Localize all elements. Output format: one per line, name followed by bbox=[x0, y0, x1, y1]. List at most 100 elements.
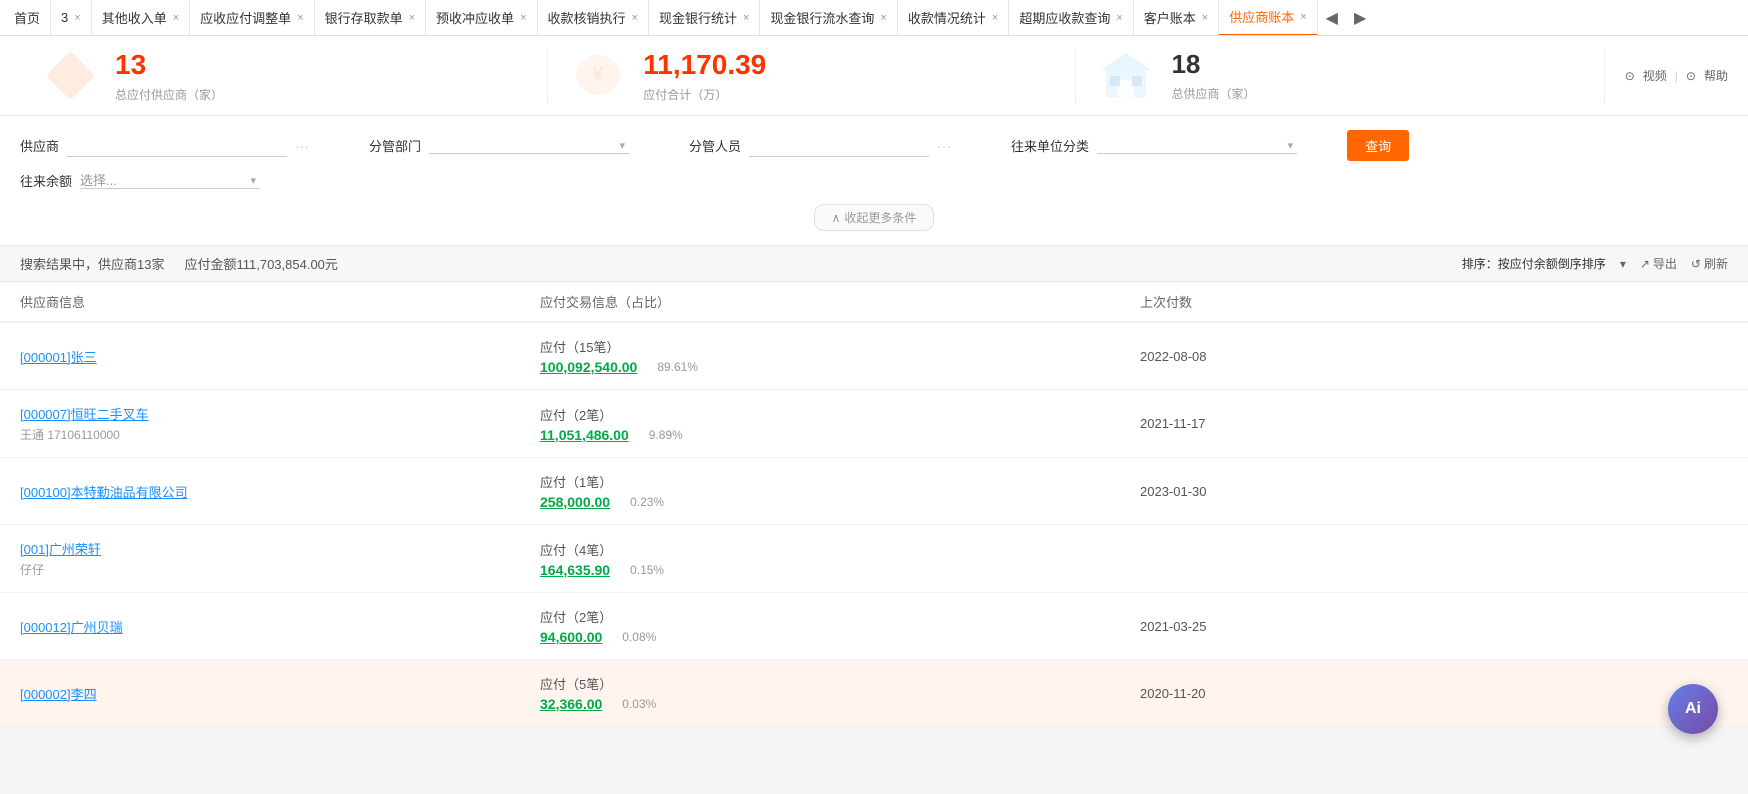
help-icon: ⊙ bbox=[1686, 69, 1696, 83]
close-tab-3[interactable]: × bbox=[74, 12, 80, 24]
nav-tab-home[interactable]: 首页 bbox=[4, 0, 51, 36]
help-link[interactable]: 帮助 bbox=[1704, 67, 1728, 84]
payable-amount-5[interactable]: 94,600.00 bbox=[540, 629, 602, 645]
supplier-cell-4: [001]广州荣轩 仔仔 bbox=[20, 539, 540, 578]
nav-tab-cash-bank-flow[interactable]: 现金银行流水查询 × bbox=[760, 0, 897, 36]
supplier-link-4[interactable]: [001]广州荣轩 bbox=[20, 542, 101, 557]
search-button[interactable]: 查询 bbox=[1347, 130, 1409, 161]
filter-row-1: 供应商 ··· 分管部门 ▾ 分管人员 ··· 往来单位分类 bbox=[20, 130, 1728, 161]
shop-icon bbox=[1096, 48, 1156, 103]
category-select[interactable] bbox=[1097, 138, 1297, 154]
refresh-icon: ↺ bbox=[1691, 257, 1701, 271]
balance-select-wrapper: 选择... ▾ bbox=[80, 173, 260, 189]
payable-amount-3[interactable]: 258,000.00 bbox=[540, 494, 610, 510]
collapse-filter-button[interactable]: ∧ 收起更多条件 bbox=[814, 204, 934, 231]
filter-person: 分管人员 ··· bbox=[689, 135, 951, 157]
nav-tab-supplier-account[interactable]: 供应商账本 × bbox=[1219, 0, 1317, 36]
dept-select[interactable] bbox=[429, 138, 629, 154]
nav-tab-3[interactable]: 3 × bbox=[51, 0, 92, 36]
supplier-label: 供应商 bbox=[20, 136, 59, 155]
supplier-cell-2: [000007]恒旺二手叉车 王通 17106110000 bbox=[20, 404, 540, 443]
payable-label-6: 应付（5笔） bbox=[540, 674, 612, 693]
table-row: [000002]李四 应付（5笔） 32,366.00 0.03% 2020-1… bbox=[0, 660, 1748, 727]
payable-pct-5: 0.08% bbox=[622, 630, 656, 644]
supplier-link-1[interactable]: [000001]张三 bbox=[20, 350, 97, 365]
refresh-button[interactable]: ↺ 刷新 bbox=[1691, 255, 1728, 272]
payable-amount-6[interactable]: 32,366.00 bbox=[540, 696, 602, 712]
svg-text:¥: ¥ bbox=[592, 64, 604, 84]
person-ellipsis-icon[interactable]: ··· bbox=[937, 138, 951, 154]
nav-tab-collection-verify[interactable]: 收款核销执行 × bbox=[538, 0, 649, 36]
collapse-up-icon: ∧ bbox=[832, 211, 841, 225]
results-summary: 搜索结果中，供应商13家 应付金额111,703,854.00元 bbox=[20, 254, 338, 273]
table-header: 供应商信息 应付交易信息（占比） 上次付数 bbox=[0, 282, 1748, 323]
close-tab-bank-deposit[interactable]: × bbox=[409, 12, 415, 24]
nav-tab-collection-stat[interactable]: 收款情况统计 × bbox=[898, 0, 1009, 36]
results-actions: 排序：按应付余额倒序排序 ▾ ↗ 导出 ↺ 刷新 bbox=[1462, 255, 1728, 272]
person-input[interactable] bbox=[749, 135, 929, 157]
payable-pct-2: 9.89% bbox=[649, 428, 683, 442]
nav-tab-customer-account[interactable]: 客户账本 × bbox=[1134, 0, 1219, 36]
supplier-link-5[interactable]: [000012]广州贝瑞 bbox=[20, 620, 123, 635]
summary-bar: 13 总应付供应商（家） ¥ 11,170.39 应付合计（万） bbox=[0, 36, 1748, 116]
close-tab-collection-stat[interactable]: × bbox=[992, 12, 998, 24]
top-right-links: ⊙ 视频 | ⊙ 帮助 bbox=[1605, 67, 1728, 84]
payable-cell-1: 应付（15笔） 100,092,540.00 89.61% bbox=[540, 337, 1140, 375]
col-header-payable: 应付交易信息（占比） bbox=[540, 292, 1140, 311]
table-body: [000001]张三 应付（15笔） 100,092,540.00 89.61%… bbox=[0, 323, 1748, 727]
supplier-link-6[interactable]: [000002]李四 bbox=[20, 687, 97, 702]
close-tab-ap-adjustment[interactable]: × bbox=[297, 12, 303, 24]
nav-tab-bank-deposit[interactable]: 银行存取款单 × bbox=[315, 0, 426, 36]
supplier-input[interactable] bbox=[67, 135, 287, 157]
dept-select-wrapper: ▾ bbox=[429, 138, 629, 154]
payable-label-4: 应付（4笔） bbox=[540, 540, 612, 559]
payable-pct-1: 89.61% bbox=[657, 360, 698, 374]
supplier-table: 供应商信息 应付交易信息（占比） 上次付数 [000001]张三 应付（15笔）… bbox=[0, 282, 1748, 727]
category-select-wrapper: ▾ bbox=[1097, 138, 1297, 154]
balance-label: 往来余额 bbox=[20, 171, 72, 190]
close-tab-cash-bank-flow[interactable]: × bbox=[880, 12, 886, 24]
payable-amount-4[interactable]: 164,635.90 bbox=[540, 562, 610, 578]
payable-cell-4: 应付（4笔） 164,635.90 0.15% bbox=[540, 540, 1140, 578]
close-tab-cash-bank-stat[interactable]: × bbox=[743, 12, 749, 24]
table-row: [000001]张三 应付（15笔） 100,092,540.00 89.61%… bbox=[0, 323, 1748, 390]
close-tab-prepay[interactable]: × bbox=[520, 12, 526, 24]
nav-tab-cash-bank-stat[interactable]: 现金银行统计 × bbox=[649, 0, 760, 36]
dept-label: 分管部门 bbox=[369, 136, 421, 155]
video-link[interactable]: 视频 bbox=[1643, 67, 1667, 84]
close-tab-customer-account[interactable]: × bbox=[1202, 12, 1208, 24]
filter-balance: 往来余额 选择... ▾ bbox=[20, 171, 260, 190]
filter-supplier: 供应商 ··· bbox=[20, 135, 309, 157]
last-pay-date-5: 2021-03-25 bbox=[1140, 619, 1207, 634]
payable-label-1: 应付（15笔） bbox=[540, 337, 619, 356]
supplier-ellipsis-icon[interactable]: ··· bbox=[295, 138, 309, 154]
close-tab-overdue-query[interactable]: × bbox=[1116, 12, 1122, 24]
close-tab-collection-verify[interactable]: × bbox=[632, 12, 638, 24]
supplier-cell-6: [000002]李四 bbox=[20, 684, 540, 703]
sort-label[interactable]: 排序：按应付余额倒序排序 bbox=[1462, 255, 1606, 272]
payable-amount-1[interactable]: 100,092,540.00 bbox=[540, 359, 637, 375]
payable-pct-6: 0.03% bbox=[622, 697, 656, 711]
nav-tab-prepay[interactable]: 预收冲应收单 × bbox=[426, 0, 537, 36]
export-button[interactable]: ↗ 导出 bbox=[1640, 255, 1677, 272]
payable-amount-2[interactable]: 11,051,486.00 bbox=[540, 427, 629, 443]
supplier-link-2[interactable]: [000007]恒旺二手叉车 bbox=[20, 407, 149, 422]
nav-tab-overdue-query[interactable]: 超期应收款查询 × bbox=[1009, 0, 1133, 36]
filter-dept: 分管部门 ▾ bbox=[369, 136, 629, 155]
payable-cell-5: 应付（2笔） 94,600.00 0.08% bbox=[540, 607, 1140, 645]
nav-arrow-left[interactable]: ◀ bbox=[1318, 8, 1346, 28]
nav-tab-ap-adjustment[interactable]: 应收应付调整单 × bbox=[190, 0, 314, 36]
results-bar: 搜索结果中，供应商13家 应付金额111,703,854.00元 排序：按应付余… bbox=[0, 246, 1748, 282]
close-tab-supplier-account[interactable]: × bbox=[1300, 11, 1306, 23]
col-header-supplier: 供应商信息 bbox=[20, 292, 540, 311]
supplier-link-3[interactable]: [000100]本特勤油品有限公司 bbox=[20, 485, 188, 500]
total-suppliers-number: 18 bbox=[1171, 49, 1583, 80]
results-summary-text: 搜索结果中，供应商13家 bbox=[20, 254, 164, 273]
payable-cell-2: 应付（2笔） 11,051,486.00 9.89% bbox=[540, 405, 1140, 443]
nav-arrow-right[interactable]: ▶ bbox=[1346, 8, 1374, 28]
balance-select[interactable]: 选择... bbox=[80, 173, 260, 189]
ai-button[interactable]: Ai bbox=[1668, 684, 1718, 734]
nav-tab-other-income[interactable]: 其他收入单 × bbox=[92, 0, 190, 36]
top-navigation: 首页 3 × 其他收入单 × 应收应付调整单 × 银行存取款单 × 预收冲应收单… bbox=[0, 0, 1748, 36]
close-tab-other-income[interactable]: × bbox=[173, 12, 179, 24]
